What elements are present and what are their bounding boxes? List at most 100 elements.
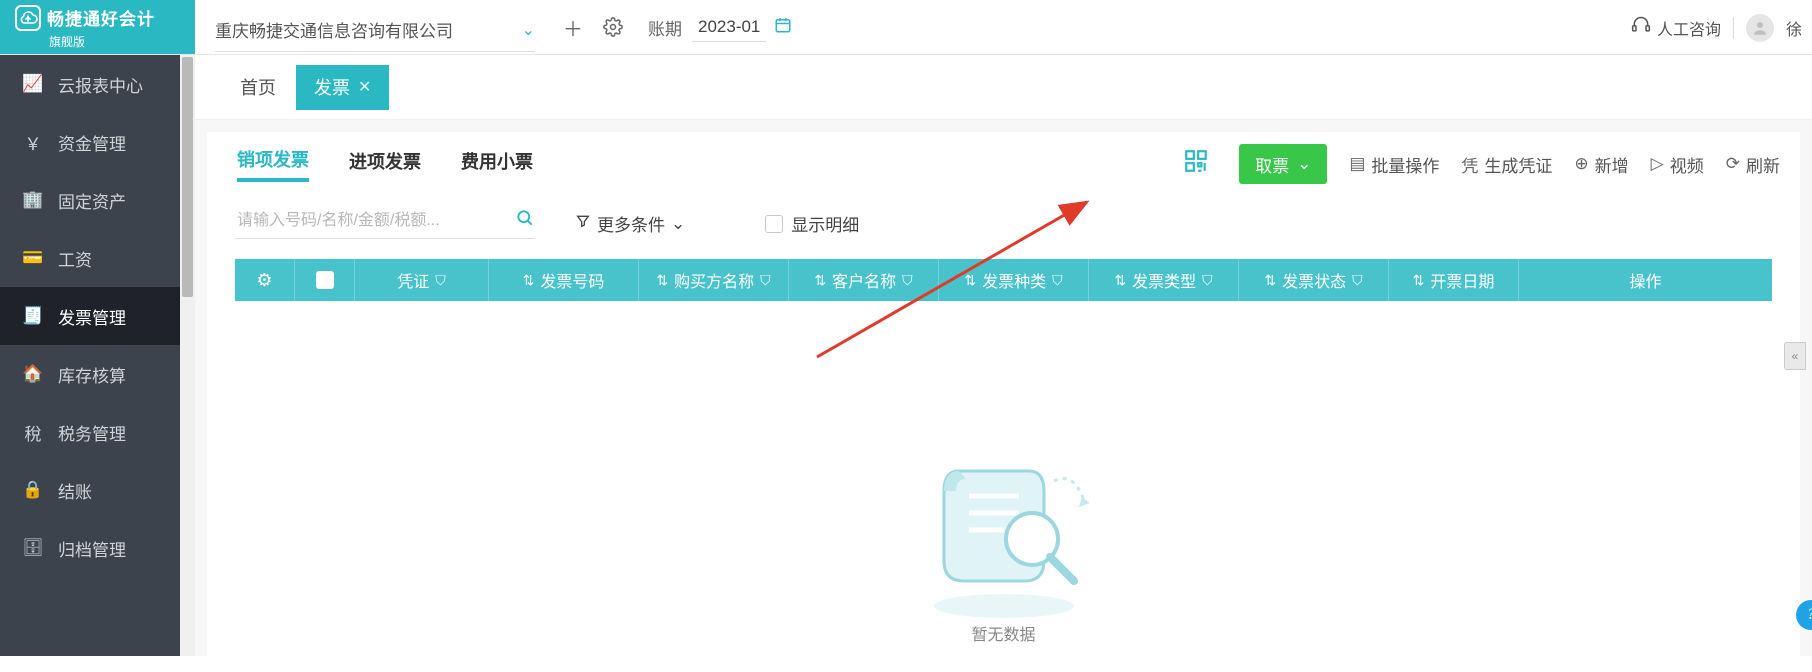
batch-button[interactable]: ▤批量操作 [1349,152,1439,177]
calendar-icon[interactable] [774,16,792,39]
filter-icon: ⛉ [760,272,771,289]
invoice-panel: 销项发票 进项发票 费用小票 取票 ⌄ ▤批量操作 凭生成凭证 ⊕新增 ▷视频 … [207,132,1800,672]
col-customer[interactable]: ⇅客户名称⛉ [789,259,939,301]
empty-state [207,301,1800,621]
lock-icon: 🔒 [22,480,44,500]
show-detail-checkbox[interactable]: 显示明细 [765,211,859,236]
voucher-icon: 凭 [1461,152,1478,177]
subtab-expense[interactable]: 费用小票 [461,148,533,180]
invoice-subtabs: 销项发票 进项发票 费用小票 取票 ⌄ ▤批量操作 凭生成凭证 ⊕新增 ▷视频 … [207,132,1800,196]
col-invoice-state[interactable]: ⇅发票状态⛉ [1239,259,1389,301]
sidebar-item-funds[interactable]: ￥ 资金管理 [0,113,195,171]
sidebar-item-inventory[interactable]: 🏠库存核算 [0,345,195,403]
checkbox-icon [765,215,783,233]
col-operation: 操作 [1519,259,1772,301]
search-icon[interactable] [515,208,535,234]
gear-icon: ⚙ [256,270,272,291]
consult-button[interactable]: 人工咨询 [1631,15,1721,40]
chevron-down-icon: ⌄ [671,214,685,234]
settings-button[interactable] [593,7,633,47]
company-picker[interactable]: 重庆畅捷交通信息咨询有限公司 ⌄ [215,12,535,52]
col-invoice-kind[interactable]: ⇅发票种类⛉ [939,259,1089,301]
add-company-button[interactable]: ＋ [553,7,593,47]
cloud-icon [15,5,41,31]
wallet-icon: 💳 [22,248,44,268]
col-invoice-no[interactable]: ⇅发票号码 [489,259,639,301]
sidebar-item-label: 结账 [58,478,92,503]
search-box [235,208,535,239]
sidebar-item-salary[interactable]: 💳 工资 [0,229,195,287]
right-expand-tab[interactable]: « [1784,342,1806,370]
checkbox-icon [316,271,334,289]
column-settings[interactable]: ⚙ [235,259,295,301]
fetch-invoice-label: 取票 [1255,152,1289,177]
sidebar-scrollbar-thumb[interactable] [182,57,193,297]
gen-voucher-button[interactable]: 凭生成凭证 [1461,152,1552,177]
tab-invoice[interactable]: 发票 ✕ [296,65,389,110]
search-input[interactable] [235,211,485,231]
content-area: 首页 发票 ✕ 销项发票 进项发票 费用小票 取票 ⌄ ▤批量操作 凭生成凭证 … [195,55,1812,656]
sidebar-item-label: 归档管理 [58,536,126,561]
chevron-down-icon: ⌄ [1297,154,1311,174]
avatar[interactable] [1746,14,1774,42]
qr-scan-button[interactable] [1175,148,1217,180]
consult-label: 人工咨询 [1657,16,1721,40]
subtab-sales[interactable]: 销项发票 [237,146,309,182]
col-invoice-type[interactable]: ⇅发票类型⛉ [1089,259,1239,301]
filter-icon [575,213,591,234]
sidebar-item-invoice[interactable]: 🧾 发票管理 [0,287,195,345]
fetch-invoice-button[interactable]: 取票 ⌄ [1239,144,1327,184]
filter-icon: ⛉ [902,272,913,289]
chevron-down-icon: ⌄ [522,20,535,40]
more-conditions-button[interactable]: 更多条件 ⌄ [575,211,685,236]
sidebar-item-label: 库存核算 [58,362,126,387]
sort-icon: ⇅ [1264,272,1276,289]
building-icon: 🏢 [22,190,44,210]
sidebar-item-tax[interactable]: 稅税务管理 [0,403,195,461]
sidebar: 📈 云报表中心 ￥ 资金管理 🏢固定资产 💳 工资 🧾 发票管理 🏠库存核算 稅税务管理… [0,55,195,656]
sidebar-item-assets[interactable]: 🏢固定资产 [0,171,195,229]
filter-row: 更多条件 ⌄ 显示明细 [207,196,1800,251]
tax-icon: 稅 [22,420,44,445]
close-icon[interactable]: ✕ [358,77,371,97]
filter-icon: ⛉ [1352,272,1363,289]
sidebar-item-label: 工资 [58,246,92,271]
chart-icon: 📈 [22,74,44,94]
page-tabs: 首页 发票 ✕ [195,55,1812,120]
sidebar-item-label: 税务管理 [58,420,126,445]
sort-icon: ⇅ [523,272,535,289]
sidebar-item-report[interactable]: 📈 云报表中心 [0,55,195,113]
sidebar-item-label: 发票管理 [58,304,126,329]
yen-icon: ￥ [22,130,44,155]
col-buyer[interactable]: ⇅购买方名称⛉ [639,259,789,301]
sort-icon: ⇅ [814,272,826,289]
sort-icon: ⇅ [656,272,668,289]
select-all-checkbox[interactable] [295,259,355,301]
filter-icon: ⛉ [1052,272,1063,289]
col-voucher[interactable]: 凭证⛉ [355,259,489,301]
brand-logo: 畅捷通好会计 旗舰版 [0,0,195,54]
brand-title: 畅捷通好会计 [47,5,155,30]
sort-icon: ⇅ [1114,272,1126,289]
tab-home[interactable]: 首页 [220,66,296,108]
filter-icon: ⛉ [435,272,446,289]
sidebar-item-archive[interactable]: 🗄 归档管理 [0,519,195,577]
sort-icon: ⇅ [964,272,976,289]
top-bar: 畅捷通好会计 旗舰版 重庆畅捷交通信息咨询有限公司 ⌄ ＋ 账期 2023-01… [0,0,1812,55]
refresh-icon: ⟳ [1726,154,1740,174]
add-button[interactable]: ⊕新增 [1574,152,1628,177]
brand-subtitle: 旗舰版 [49,33,85,50]
invoice-icon: 🧾 [22,306,44,326]
archive-icon: 🗄 [22,538,44,558]
headset-icon [1631,15,1651,40]
video-button[interactable]: ▷视频 [1651,152,1704,177]
refresh-button[interactable]: ⟳刷新 [1726,152,1780,177]
sidebar-item-close[interactable]: 🔒 结账 [0,461,195,519]
sidebar-item-label: 云报表中心 [58,72,143,97]
period-value[interactable]: 2023-01 [692,13,766,42]
col-invoice-date[interactable]: ⇅开票日期 [1389,259,1519,301]
list-icon: ▤ [1349,154,1365,174]
period-label: 账期 [648,15,682,40]
sidebar-item-label: 资金管理 [58,130,126,155]
subtab-purchase[interactable]: 进项发票 [349,148,421,180]
